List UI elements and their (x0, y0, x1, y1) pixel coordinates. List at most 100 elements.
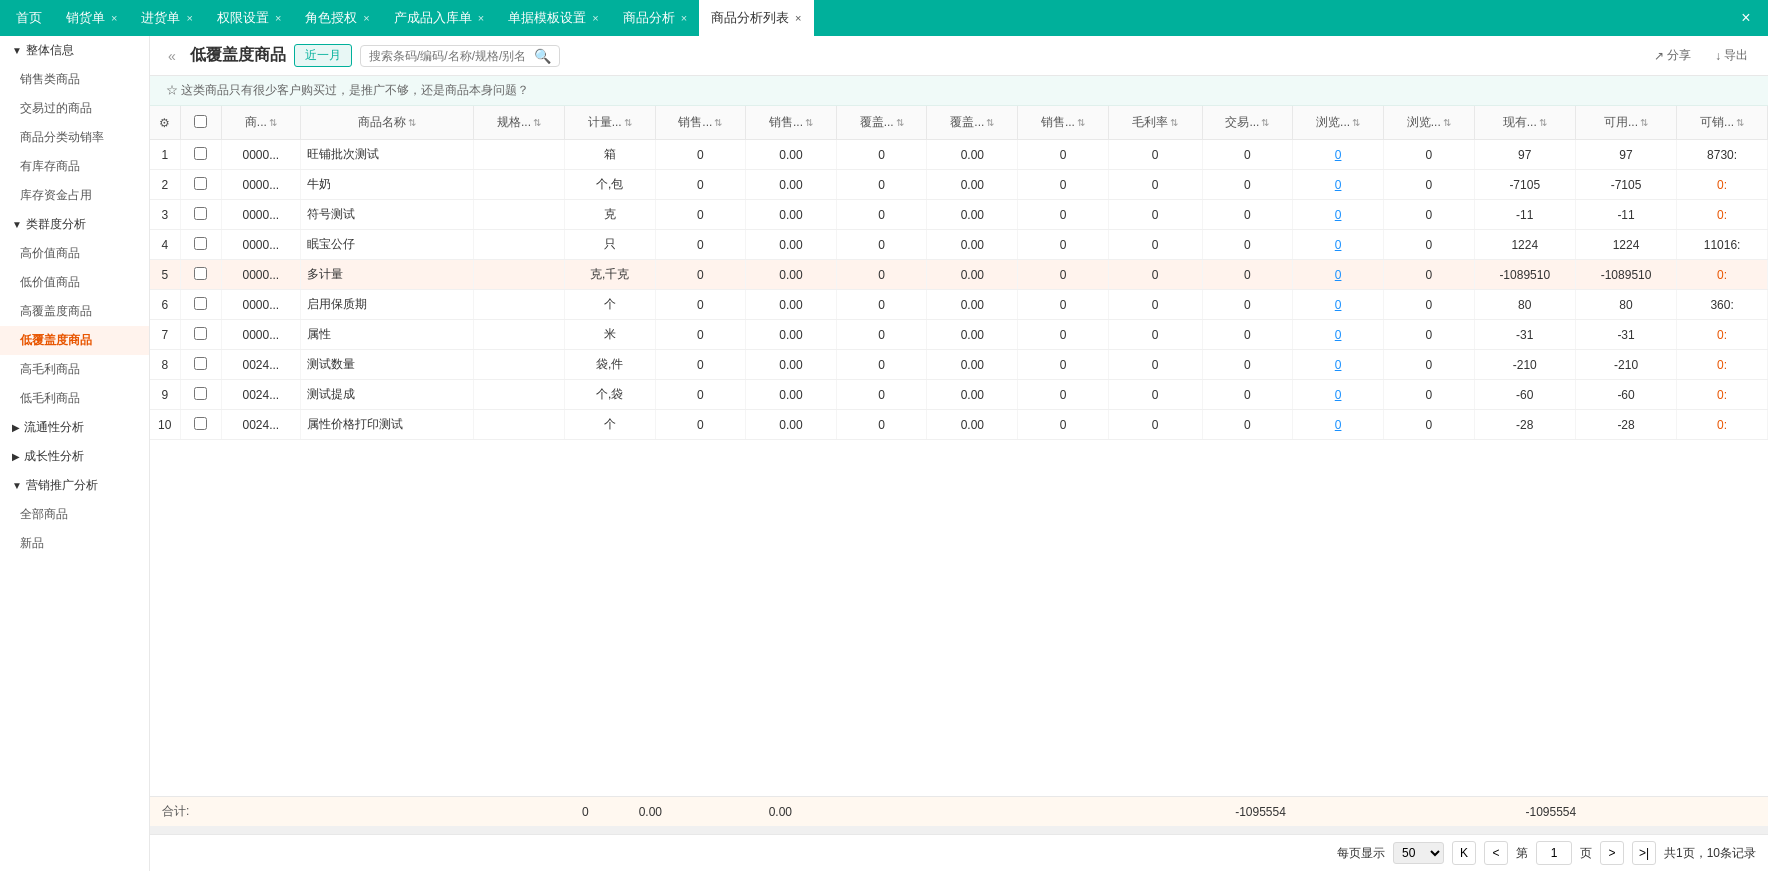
transaction-column-header[interactable]: 交易...⇅ (1202, 106, 1293, 140)
nav-close-purchase-order[interactable]: × (186, 0, 192, 36)
name-column-header[interactable]: 商品名称⇅ (300, 106, 473, 140)
nav-home[interactable]: 首页 (4, 0, 54, 36)
settings-column-header[interactable]: ⚙ (150, 106, 180, 140)
nav-product-warehousing[interactable]: 产成品入库单 × (382, 0, 496, 36)
checkbox-column-header[interactable] (180, 106, 221, 140)
row-unit: 米 (564, 320, 655, 350)
coverage1-column-header[interactable]: 覆盖...⇅ (836, 106, 927, 140)
saleable-column-header[interactable]: 可销...⇅ (1677, 106, 1768, 140)
row-checkbox[interactable] (180, 350, 221, 380)
nav-close-product-analysis-list[interactable]: × (795, 0, 801, 36)
share-button[interactable]: ↗ 分享 (1646, 44, 1699, 67)
sidebar-item-high-coverage[interactable]: 高覆盖度商品 (0, 297, 149, 326)
nav-close-template[interactable]: × (592, 0, 598, 36)
available-stock-column-header[interactable]: 可用...⇅ (1575, 106, 1676, 140)
search-input[interactable] (369, 49, 534, 63)
row-saleable: 0: (1677, 410, 1768, 440)
row-views1[interactable]: 0 (1293, 260, 1384, 290)
page-size-select[interactable]: 50 20 100 200 (1393, 842, 1444, 864)
sidebar-item-all-goods[interactable]: 全部商品 (0, 500, 149, 529)
sidebar-item-category-activity-rate[interactable]: 商品分类动销率 (0, 123, 149, 152)
sidebar-section-growth[interactable]: ▶ 成长性分析 (0, 442, 149, 471)
scrollbar[interactable] (150, 826, 1768, 834)
row-views1[interactable]: 0 (1293, 320, 1384, 350)
row-views1[interactable]: 0 (1293, 170, 1384, 200)
row-transaction: 0 (1202, 290, 1293, 320)
nav-close-permission[interactable]: × (275, 0, 281, 36)
gross-margin-column-header[interactable]: 毛利率⇅ (1108, 106, 1202, 140)
nav-template-settings[interactable]: 单据模板设置 × (496, 0, 610, 36)
row-checkbox[interactable] (180, 260, 221, 290)
row-num: 2 (150, 170, 180, 200)
coverage2-column-header[interactable]: 覆盖...⇅ (927, 106, 1018, 140)
page-number-input[interactable] (1536, 841, 1572, 865)
nav-product-analysis[interactable]: 商品分析 × (611, 0, 699, 36)
row-checkbox[interactable] (180, 410, 221, 440)
sidebar-item-low-margin[interactable]: 低毛利商品 (0, 384, 149, 413)
current-stock-column-header[interactable]: 现有...⇅ (1474, 106, 1575, 140)
row-views1[interactable]: 0 (1293, 410, 1384, 440)
views2-column-header[interactable]: 浏览...⇅ (1383, 106, 1474, 140)
row-views1[interactable]: 0 (1293, 350, 1384, 380)
row-transaction: 0 (1202, 230, 1293, 260)
nav-permission-settings[interactable]: 权限设置 × (205, 0, 293, 36)
row-views1[interactable]: 0 (1293, 230, 1384, 260)
sales-qty-column-header[interactable]: 销售...⇅ (655, 106, 746, 140)
sidebar-section-group-analysis[interactable]: ▼ 类群度分析 (0, 210, 149, 239)
sidebar-item-low-coverage[interactable]: 低覆盖度商品 (0, 326, 149, 355)
row-saleable: 0: (1677, 380, 1768, 410)
row-checkbox[interactable] (180, 290, 221, 320)
sidebar-section-marketing[interactable]: ▼ 营销推广分析 (0, 471, 149, 500)
views1-column-header[interactable]: 浏览...⇅ (1293, 106, 1384, 140)
sidebar-collapse-button[interactable]: « (162, 46, 182, 66)
nav-close-sales-order[interactable]: × (111, 0, 117, 36)
nav-close-product-analysis[interactable]: × (681, 0, 687, 36)
row-sales-amt: 0.00 (746, 170, 837, 200)
sidebar-section-overview[interactable]: ▼ 整体信息 (0, 36, 149, 65)
sales-amt-column-header[interactable]: 销售...⇅ (746, 106, 837, 140)
nav-close-role-auth[interactable]: × (363, 0, 369, 36)
prev-page-button[interactable]: < (1484, 841, 1508, 865)
nav-role-auth[interactable]: 角色授权 × (293, 0, 381, 36)
spec-column-header[interactable]: 规格...⇅ (474, 106, 565, 140)
row-checkbox[interactable] (180, 230, 221, 260)
table-row: 100024...属性价格打印测试个00.0000.0000000-28-280… (150, 410, 1768, 440)
row-checkbox[interactable] (180, 320, 221, 350)
row-views1[interactable]: 0 (1293, 200, 1384, 230)
nav-sales-order[interactable]: 销货单 × (54, 0, 129, 36)
row-available-stock: -60 (1575, 380, 1676, 410)
sidebar-item-low-value[interactable]: 低价值商品 (0, 268, 149, 297)
code-column-header[interactable]: 商...⇅ (221, 106, 300, 140)
row-checkbox[interactable] (180, 170, 221, 200)
sidebar-section-circulation[interactable]: ▶ 流通性分析 (0, 413, 149, 442)
sidebar-item-traded-goods[interactable]: 交易过的商品 (0, 94, 149, 123)
row-checkbox[interactable] (180, 140, 221, 170)
first-page-button[interactable]: K (1452, 841, 1476, 865)
row-views1[interactable]: 0 (1293, 380, 1384, 410)
window-close-button[interactable]: × (1728, 0, 1764, 36)
sales3-column-header[interactable]: 销售...⇅ (1018, 106, 1109, 140)
nav-product-analysis-list[interactable]: 商品分析列表 × (699, 0, 813, 36)
row-spec (474, 380, 565, 410)
row-checkbox[interactable] (180, 380, 221, 410)
sidebar-item-in-stock-goods[interactable]: 有库存商品 (0, 152, 149, 181)
time-filter-button[interactable]: 近一月 (294, 44, 352, 67)
row-views1[interactable]: 0 (1293, 140, 1384, 170)
last-page-button[interactable]: >| (1632, 841, 1656, 865)
select-all-checkbox[interactable] (194, 115, 207, 128)
sidebar-item-inventory-capital[interactable]: 库存资金占用 (0, 181, 149, 210)
row-sales-qty: 0 (655, 230, 746, 260)
row-current-stock: 1224 (1474, 230, 1575, 260)
unit-column-header[interactable]: 计量...⇅ (564, 106, 655, 140)
row-views1[interactable]: 0 (1293, 290, 1384, 320)
sidebar-item-high-value[interactable]: 高价值商品 (0, 239, 149, 268)
sidebar-item-new-goods[interactable]: 新品 (0, 529, 149, 558)
nav-close-product-warehousing[interactable]: × (478, 0, 484, 36)
next-page-button[interactable]: > (1600, 841, 1624, 865)
sidebar-item-high-margin[interactable]: 高毛利商品 (0, 355, 149, 384)
export-button[interactable]: ↓ 导出 (1707, 44, 1756, 67)
sidebar-item-sales-goods[interactable]: 销售类商品 (0, 65, 149, 94)
search-icon[interactable]: 🔍 (534, 48, 551, 64)
nav-purchase-order[interactable]: 进货单 × (129, 0, 204, 36)
row-checkbox[interactable] (180, 200, 221, 230)
